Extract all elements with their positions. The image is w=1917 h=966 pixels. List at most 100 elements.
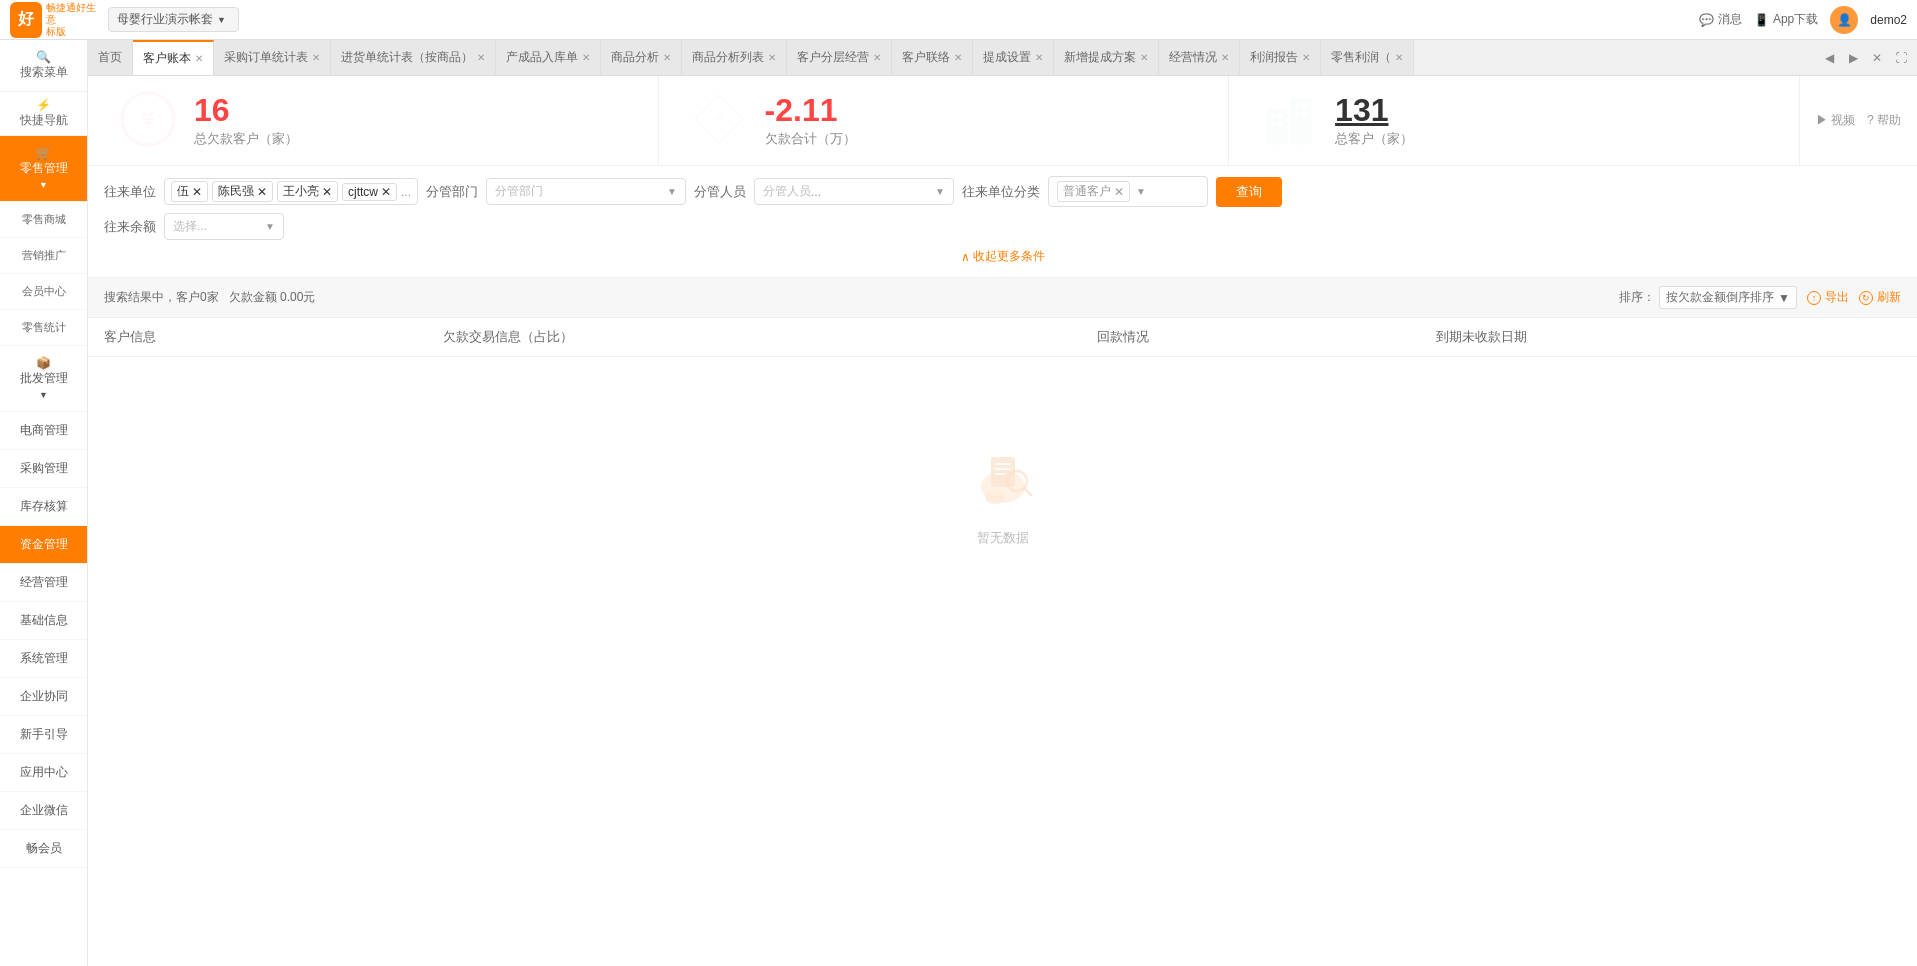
person-placeholder: 分管人员 [763,183,811,200]
unit-tag-chen-remove-icon[interactable]: ✕ [257,185,267,199]
tab-purchase-order-close-icon[interactable]: ✕ [312,52,320,63]
search-result-text: 搜索结果中，客户0家 [104,289,219,306]
unit-filter-more-button[interactable]: ... [401,185,411,199]
sort-select[interactable]: 按欠款金额倒序排序 ▼ [1659,286,1797,309]
category-filter-select[interactable]: 普通客户 ✕ ▼ [1048,176,1208,207]
tab-nav-left-button[interactable]: ◀ [1819,48,1839,68]
category-tag-remove-icon[interactable]: ✕ [1114,185,1124,199]
tab-goods-analysis-list[interactable]: 商品分析列表 ✕ [682,40,787,76]
stats-bar: ¥ 16 总欠款客户（家） ✦ [88,76,1917,166]
sidebar-item-retail-mall[interactable]: 零售商城 [0,202,87,238]
tab-inbound-stats-close-icon[interactable]: ✕ [477,52,485,63]
message-icon: 💬 [1699,13,1714,27]
tab-retail-profit-close-icon[interactable]: ✕ [1395,52,1403,63]
sidebar-item-system[interactable]: 系统管理 [0,640,87,678]
user-avatar[interactable]: 👤 [1830,6,1858,34]
tab-profit-report-close-icon[interactable]: ✕ [1302,52,1310,63]
svg-rect-11 [1303,104,1307,108]
stat-text-2: -2.11 欠款合计（万） [765,94,856,148]
sidebar-item-finance[interactable]: 资金管理 [0,526,87,564]
tab-business-status-close-icon[interactable]: ✕ [1221,52,1229,63]
tab-new-raise-plan[interactable]: 新增提成方案 ✕ [1054,40,1159,76]
sidebar-item-retail-stats[interactable]: 零售统计 [0,310,87,346]
tab-business-status[interactable]: 经营情况 ✕ [1159,40,1240,76]
sidebar-item-retail-mgmt[interactable]: 🛒 零售管理 ▼ [0,136,87,202]
tab-raise-settings-close-icon[interactable]: ✕ [1035,52,1043,63]
sidebar-item-enterprise-coop[interactable]: 企业协同 [0,678,87,716]
person-filter-more[interactable]: ... [811,185,821,199]
unit-filter-tag-group: 伍 ✕ 陈民强 ✕ 王小亮 ✕ [164,178,418,205]
tab-goods-analysis-list-label: 商品分析列表 [692,49,764,66]
tab-customer-tier-label: 客户分层经营 [797,49,869,66]
help-button[interactable]: ? 帮助 [1867,112,1901,129]
sidebar-item-vip[interactable]: 畅会员 [0,830,87,868]
tab-goods-analysis[interactable]: 商品分析 ✕ [601,40,682,76]
sidebar-item-search[interactable]: 🔍 搜索菜单 [0,40,87,92]
tab-customer-tier-close-icon[interactable]: ✕ [873,52,881,63]
dept-filter-label: 分管部门 [426,183,478,201]
stat-text-1: 16 总欠款客户（家） [194,94,298,148]
sidebar-item-member-center[interactable]: 会员中心 [0,274,87,310]
export-button[interactable]: ↑ 导出 [1807,289,1849,306]
tab-customer-tier[interactable]: 客户分层经营 ✕ [787,40,892,76]
sidebar-item-marketing[interactable]: 营销推广 [0,238,87,274]
video-label: 视频 [1831,113,1855,127]
stat-text-3: 131 总客户（家） [1335,94,1413,148]
tab-bar: 首页 客户账本 ✕ 采购订单统计表 ✕ 进货单统计表（按商品） ✕ 产成品入库单… [88,40,1917,76]
sidebar-item-new-guide[interactable]: 新手引导 [0,716,87,754]
tab-customer-book-close-icon[interactable]: ✕ [195,53,203,64]
svg-rect-8 [1279,122,1283,126]
tab-purchase-order[interactable]: 采购订单统计表 ✕ [214,40,331,76]
tab-cost-inbound-close-icon[interactable]: ✕ [582,52,590,63]
tab-new-raise-plan-close-icon[interactable]: ✕ [1140,52,1148,63]
stat-total-debt-amount: ✦ -2.11 欠款合计（万） [659,76,1230,165]
tab-retail-profit[interactable]: 零售利润（ ✕ [1321,40,1414,76]
person-filter-label: 分管人员 [694,183,746,201]
refresh-button[interactable]: ↻ 刷新 [1859,289,1901,306]
unit-tag-cjttcw-remove-icon[interactable]: ✕ [381,185,391,199]
logo-icon: 好 [10,2,42,38]
table-container: 客户信息 欠款交易信息（占比） 回款情况 到期未收款日期 [88,318,1917,966]
sidebar-item-enterprise-wechat[interactable]: 企业微信 [0,792,87,830]
tab-home[interactable]: 首页 [88,40,133,76]
dept-filter-select[interactable]: 分管部门 ▼ [486,178,686,205]
sidebar-item-app-center[interactable]: 应用中心 [0,754,87,792]
tab-inbound-stats[interactable]: 进货单统计表（按商品） ✕ [331,40,496,76]
result-sort: 排序： 按欠款金额倒序排序 ▼ [1619,286,1797,309]
tab-customer-contact[interactable]: 客户联络 ✕ [892,40,973,76]
sidebar-item-basic-info[interactable]: 基础信息 [0,602,87,640]
sidebar-item-operation[interactable]: 经营管理 [0,564,87,602]
app-download-button[interactable]: 📱 App下载 [1754,11,1818,28]
tab-cost-inbound[interactable]: 产成品入库单 ✕ [496,40,601,76]
unit-tag-wu-remove-icon[interactable]: ✕ [192,185,202,199]
tab-fullscreen-button[interactable]: ⛶ [1891,48,1911,68]
tab-goods-analysis-list-close-icon[interactable]: ✕ [768,52,776,63]
sidebar-item-inventory[interactable]: 库存核算 [0,488,87,526]
sidebar-item-quick-nav[interactable]: ⚡ 快捷导航 [0,92,87,136]
svg-text:¥: ¥ [141,107,155,132]
balance-filter-select[interactable]: 选择... ▼ [164,213,284,240]
tab-customer-contact-close-icon[interactable]: ✕ [954,52,962,63]
video-help-button[interactable]: ▶ 视频 [1816,112,1855,129]
help-label: 帮助 [1877,113,1901,127]
query-button[interactable]: 查询 [1216,177,1282,207]
sidebar-item-ecommerce[interactable]: 电商管理 [0,412,87,450]
unit-tag-wang-remove-icon[interactable]: ✕ [322,185,332,199]
tab-close-all-button[interactable]: ✕ [1867,48,1887,68]
tab-inbound-stats-label: 进货单统计表（按商品） [341,49,473,66]
tab-raise-settings[interactable]: 提成设置 ✕ [973,40,1054,76]
svg-rect-9 [1295,104,1299,108]
tab-nav-right-button[interactable]: ▶ [1843,48,1863,68]
person-filter-select[interactable]: 分管人员 ... ▼ [754,178,954,205]
tab-goods-analysis-close-icon[interactable]: ✕ [663,52,671,63]
main-layout: 🔍 搜索菜单 ⚡ 快捷导航 🛒 零售管理 ▼ 零售商城 营销推广 会员中心 [0,40,1917,966]
collapse-button[interactable]: ∧ 收起更多条件 [961,248,1045,265]
svg-rect-5 [1271,114,1275,118]
account-selector[interactable]: 母婴行业演示帐套 ▼ [108,7,239,32]
tab-profit-report[interactable]: 利润报告 ✕ [1240,40,1321,76]
sidebar-item-wholesale[interactable]: 📦 批发管理 ▼ [0,346,87,412]
balance-arrow-icon: ▼ [265,221,275,232]
tab-customer-book[interactable]: 客户账本 ✕ [133,40,214,76]
message-button[interactable]: 💬 消息 [1699,11,1742,28]
sidebar-item-purchase[interactable]: 采购管理 [0,450,87,488]
